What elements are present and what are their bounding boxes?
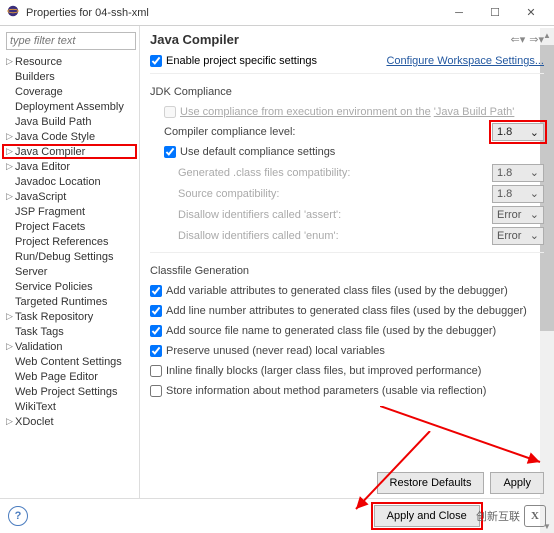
sidebar-item-javascript[interactable]: ▷JavaScript	[2, 189, 137, 204]
sidebar-item-server[interactable]: Server	[2, 264, 137, 279]
watermark: 创新互联 X	[476, 505, 546, 527]
expand-icon: ▷	[6, 131, 15, 142]
expand-icon: ▷	[6, 146, 15, 157]
dialog-footer: ? Apply and Close Cancel	[0, 498, 554, 532]
forward-icon[interactable]: ⇒▾	[529, 33, 544, 46]
chevron-down-icon: ⌄	[530, 187, 539, 200]
help-icon[interactable]: ?	[8, 506, 28, 526]
window-title: Properties for 04-ssh-xml	[26, 7, 442, 19]
classfile-option[interactable]: Add variable attributes to generated cla…	[150, 281, 544, 301]
sidebar-item-javadoc-location[interactable]: Javadoc Location	[2, 174, 137, 189]
enable-project-settings-checkbox[interactable]: Enable project specific settings	[150, 55, 317, 67]
form-select: Error⌄	[492, 227, 544, 245]
sidebar-item-coverage[interactable]: Coverage	[2, 84, 137, 99]
main-panel: Java Compiler ⇐▾ ⇒▾ Enable project speci…	[140, 26, 554, 498]
form-select: 1.8⌄	[492, 164, 544, 182]
classfile-heading: Classfile Generation	[150, 265, 544, 277]
titlebar: Properties for 04-ssh-xml ─ ☐ ✕	[0, 0, 554, 26]
sidebar-item-task-tags[interactable]: Task Tags	[2, 324, 137, 339]
sidebar-item-java-code-style[interactable]: ▷Java Code Style	[2, 129, 137, 144]
expand-icon: ▷	[6, 416, 15, 427]
sidebar-item-validation[interactable]: ▷Validation	[2, 339, 137, 354]
form-label: Disallow identifiers called 'assert':	[178, 209, 486, 221]
page-heading: Java Compiler	[150, 32, 511, 47]
sidebar: ▷ResourceBuildersCoverageDeployment Asse…	[0, 26, 140, 498]
form-select: 1.8⌄	[492, 185, 544, 203]
sidebar-item-targeted-runtimes[interactable]: Targeted Runtimes	[2, 294, 137, 309]
expand-icon: ▷	[6, 311, 15, 322]
classfile-option[interactable]: Inline finally blocks (larger class file…	[150, 361, 544, 381]
classfile-option[interactable]: Add line number attributes to generated …	[150, 301, 544, 321]
sidebar-item-jsp-fragment[interactable]: JSP Fragment	[2, 204, 137, 219]
sidebar-item-wikitext[interactable]: WikiText	[2, 399, 137, 414]
chevron-down-icon: ⌄	[530, 208, 539, 221]
sidebar-item-service-policies[interactable]: Service Policies	[2, 279, 137, 294]
sidebar-item-deployment-assembly[interactable]: Deployment Assembly	[2, 99, 137, 114]
expand-icon: ▷	[6, 56, 15, 67]
sidebar-item-java-editor[interactable]: ▷Java Editor	[2, 159, 137, 174]
sidebar-item-project-references[interactable]: Project References	[2, 234, 137, 249]
sidebar-item-xdoclet[interactable]: ▷XDoclet	[2, 414, 137, 429]
chevron-down-icon: ⌄	[530, 229, 539, 242]
use-execution-env-checkbox	[164, 106, 176, 118]
sidebar-item-resource[interactable]: ▷Resource	[2, 54, 137, 69]
chevron-down-icon: ⌄	[530, 166, 539, 179]
form-select: Error⌄	[492, 206, 544, 224]
eclipse-icon	[6, 4, 20, 21]
java-build-path-link: 'Java Build Path'	[434, 106, 515, 118]
sidebar-item-web-content-settings[interactable]: Web Content Settings	[2, 354, 137, 369]
expand-icon: ▷	[6, 341, 15, 352]
sidebar-item-run-debug-settings[interactable]: Run/Debug Settings	[2, 249, 137, 264]
chevron-down-icon: ⌄	[530, 126, 539, 139]
expand-icon: ▷	[6, 161, 15, 172]
minimize-button[interactable]: ─	[442, 3, 476, 23]
form-label: Source compatibility:	[178, 188, 486, 200]
sidebar-item-java-compiler[interactable]: ▷Java Compiler	[2, 144, 137, 159]
use-default-compliance-checkbox[interactable]	[164, 146, 176, 158]
maximize-button[interactable]: ☐	[478, 3, 512, 23]
sidebar-item-project-facets[interactable]: Project Facets	[2, 219, 137, 234]
form-label: Generated .class files compatibility:	[178, 167, 486, 179]
sidebar-item-web-page-editor[interactable]: Web Page Editor	[2, 369, 137, 384]
apply-and-close-button[interactable]: Apply and Close	[374, 505, 480, 527]
compliance-level-select[interactable]: 1.8⌄	[492, 123, 544, 141]
apply-button[interactable]: Apply	[490, 472, 544, 494]
configure-workspace-link[interactable]: Configure Workspace Settings...	[386, 55, 544, 67]
close-button[interactable]: ✕	[514, 3, 548, 23]
back-icon[interactable]: ⇐▾	[511, 33, 526, 46]
classfile-option[interactable]: Store information about method parameter…	[150, 381, 544, 401]
jdk-compliance-heading: JDK Compliance	[150, 86, 544, 98]
classfile-option[interactable]: Add source file name to generated class …	[150, 321, 544, 341]
classfile-option[interactable]: Preserve unused (never read) local varia…	[150, 341, 544, 361]
sidebar-item-java-build-path[interactable]: Java Build Path	[2, 114, 137, 129]
expand-icon: ▷	[6, 191, 15, 202]
sidebar-item-web-project-settings[interactable]: Web Project Settings	[2, 384, 137, 399]
sidebar-item-task-repository[interactable]: ▷Task Repository	[2, 309, 137, 324]
form-label: Disallow identifiers called 'enum':	[178, 230, 486, 242]
restore-defaults-button[interactable]: Restore Defaults	[377, 472, 485, 494]
sidebar-item-builders[interactable]: Builders	[2, 69, 137, 84]
filter-input[interactable]	[6, 32, 136, 50]
compliance-level-label: Compiler compliance level:	[164, 126, 295, 138]
